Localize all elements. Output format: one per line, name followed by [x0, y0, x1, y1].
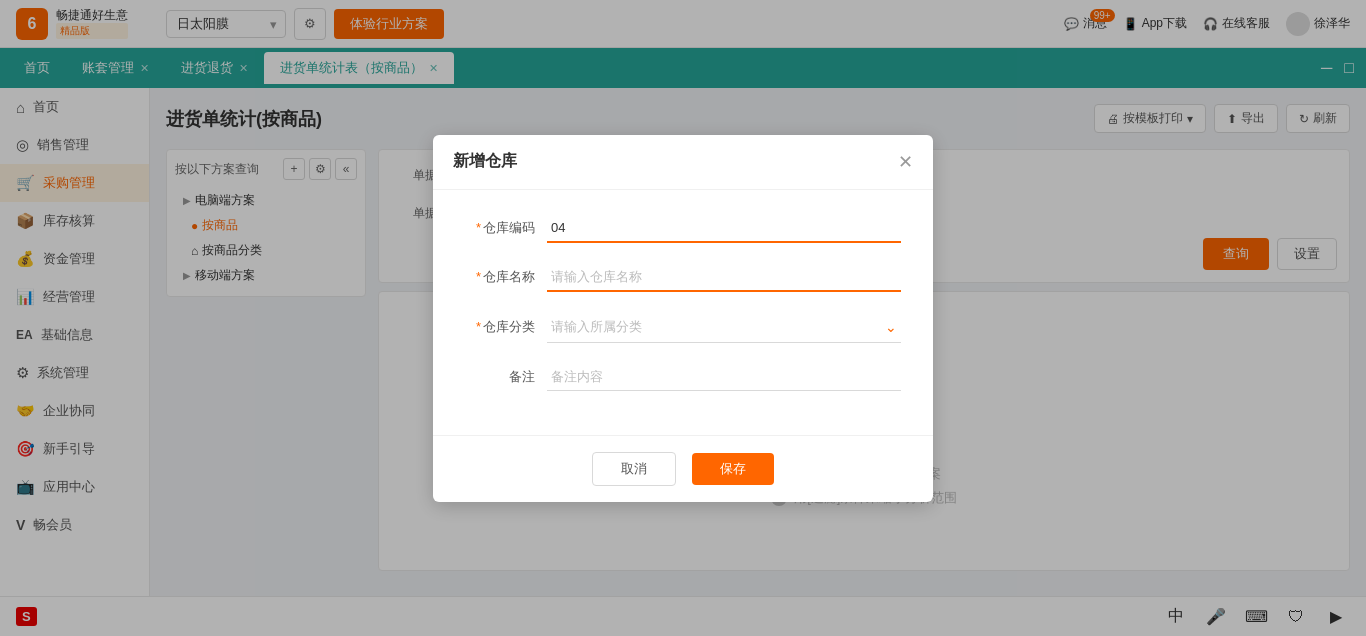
modal-code-label: 仓库编码 — [465, 219, 535, 237]
modal-name-row: 仓库名称 — [465, 263, 901, 292]
modal-name-input[interactable] — [547, 263, 901, 292]
modal-category-label: 仓库分类 — [465, 318, 535, 336]
modal-category-select[interactable]: 请输入所属分类 ⌄ — [547, 312, 901, 343]
modal-footer: 取消 保存 — [433, 435, 933, 502]
modal-cancel-button[interactable]: 取消 — [592, 452, 676, 486]
modal-title: 新增仓库 — [453, 151, 517, 172]
modal-category-row: 仓库分类 请输入所属分类 ⌄ — [465, 312, 901, 343]
modal-remark-label: 备注 — [465, 368, 535, 386]
modal-category-placeholder: 请输入所属分类 — [551, 318, 642, 336]
modal-category-arrow-icon: ⌄ — [885, 319, 897, 335]
modal-remark-row: 备注 — [465, 363, 901, 391]
modal-body: 仓库编码 仓库名称 仓库分类 请输入所属分类 ⌄ 备注 — [433, 190, 933, 435]
new-warehouse-modal: 新增仓库 ✕ 仓库编码 仓库名称 仓库分类 请输入所属分类 ⌄ — [433, 135, 933, 502]
modal-code-row: 仓库编码 — [465, 214, 901, 243]
modal-header: 新增仓库 ✕ — [433, 135, 933, 190]
modal-close-button[interactable]: ✕ — [898, 151, 913, 173]
modal-overlay: 新增仓库 ✕ 仓库编码 仓库名称 仓库分类 请输入所属分类 ⌄ — [0, 0, 1366, 636]
modal-name-label: 仓库名称 — [465, 268, 535, 286]
modal-code-input[interactable] — [547, 214, 901, 243]
modal-save-button[interactable]: 保存 — [692, 453, 774, 485]
modal-remark-input[interactable] — [547, 363, 901, 391]
